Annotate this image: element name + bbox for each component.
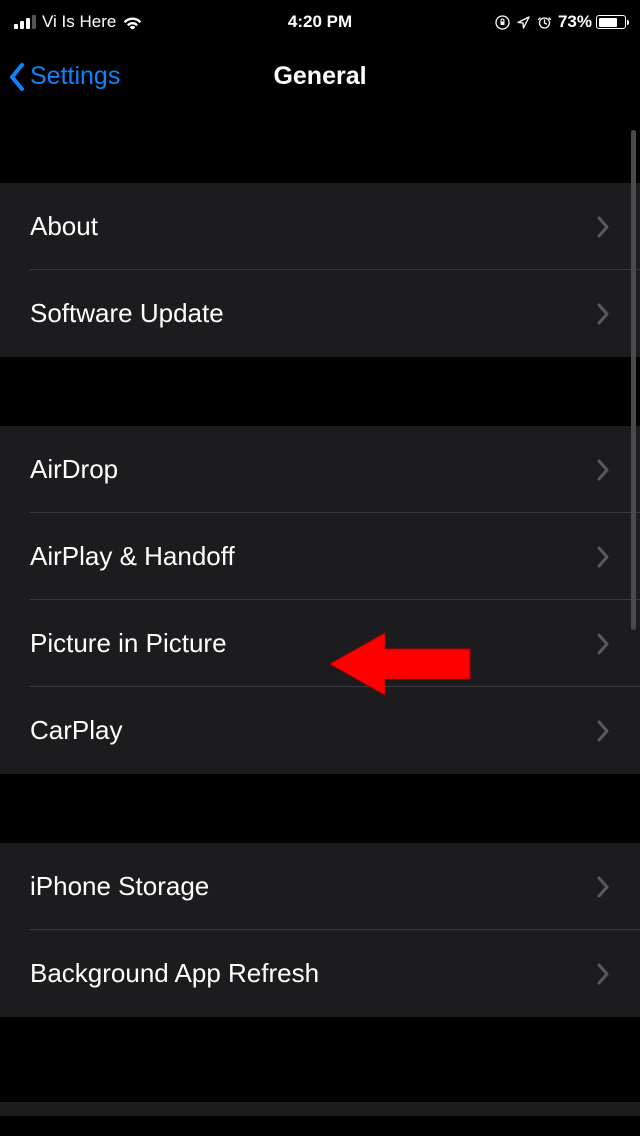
row-iphone-storage[interactable]: iPhone Storage (0, 843, 640, 930)
row-airplay-handoff[interactable]: AirPlay & Handoff (0, 513, 640, 600)
rotation-lock-icon (495, 15, 510, 30)
status-right: 73% (495, 12, 626, 32)
row-about[interactable]: About (0, 183, 640, 270)
settings-group-3: iPhone Storage Background App Refresh (0, 843, 640, 1017)
row-background-app-refresh[interactable]: Background App Refresh (0, 930, 640, 1017)
back-button[interactable]: Settings (8, 62, 120, 92)
page-title: General (273, 62, 366, 91)
row-label: About (30, 211, 98, 242)
navigation-bar: Settings General (0, 44, 640, 110)
location-icon (516, 15, 531, 30)
alarm-icon (537, 15, 552, 30)
chevron-right-icon (596, 875, 610, 899)
chevron-right-icon (596, 302, 610, 326)
chevron-right-icon (596, 719, 610, 743)
section-spacer (0, 774, 640, 843)
row-software-update[interactable]: Software Update (0, 270, 640, 357)
section-spacer (0, 357, 640, 426)
back-label: Settings (30, 62, 120, 91)
settings-group-peek (0, 1102, 640, 1116)
chevron-right-icon (596, 545, 610, 569)
chevron-right-icon (596, 632, 610, 656)
section-spacer (0, 1017, 640, 1102)
settings-group-1: About Software Update (0, 183, 640, 357)
chevron-left-icon (8, 62, 26, 92)
wifi-icon (122, 15, 143, 30)
row-airdrop[interactable]: AirDrop (0, 426, 640, 513)
row-picture-in-picture[interactable]: Picture in Picture (0, 600, 640, 687)
chevron-right-icon (596, 458, 610, 482)
battery-indicator: 73% (558, 12, 626, 32)
status-time: 4:20 PM (288, 12, 352, 32)
row-label: AirPlay & Handoff (30, 541, 235, 572)
battery-percent-label: 73% (558, 12, 592, 32)
cellular-signal-icon (14, 15, 36, 29)
row-label: Background App Refresh (30, 958, 319, 989)
row-label: iPhone Storage (30, 871, 209, 902)
section-spacer (0, 110, 640, 183)
chevron-right-icon (596, 215, 610, 239)
row-label: Software Update (30, 298, 224, 329)
scroll-indicator[interactable] (631, 130, 636, 630)
carrier-label: Vi Is Here (42, 12, 116, 32)
chevron-right-icon (596, 962, 610, 986)
battery-icon (596, 15, 626, 29)
row-label: AirDrop (30, 454, 118, 485)
status-left: Vi Is Here (14, 12, 143, 32)
row-label: Picture in Picture (30, 628, 227, 659)
status-bar: Vi Is Here 4:20 PM 73% (0, 0, 640, 44)
row-carplay[interactable]: CarPlay (0, 687, 640, 774)
row-label: CarPlay (30, 715, 122, 746)
settings-group-2: AirDrop AirPlay & Handoff Picture in Pic… (0, 426, 640, 774)
